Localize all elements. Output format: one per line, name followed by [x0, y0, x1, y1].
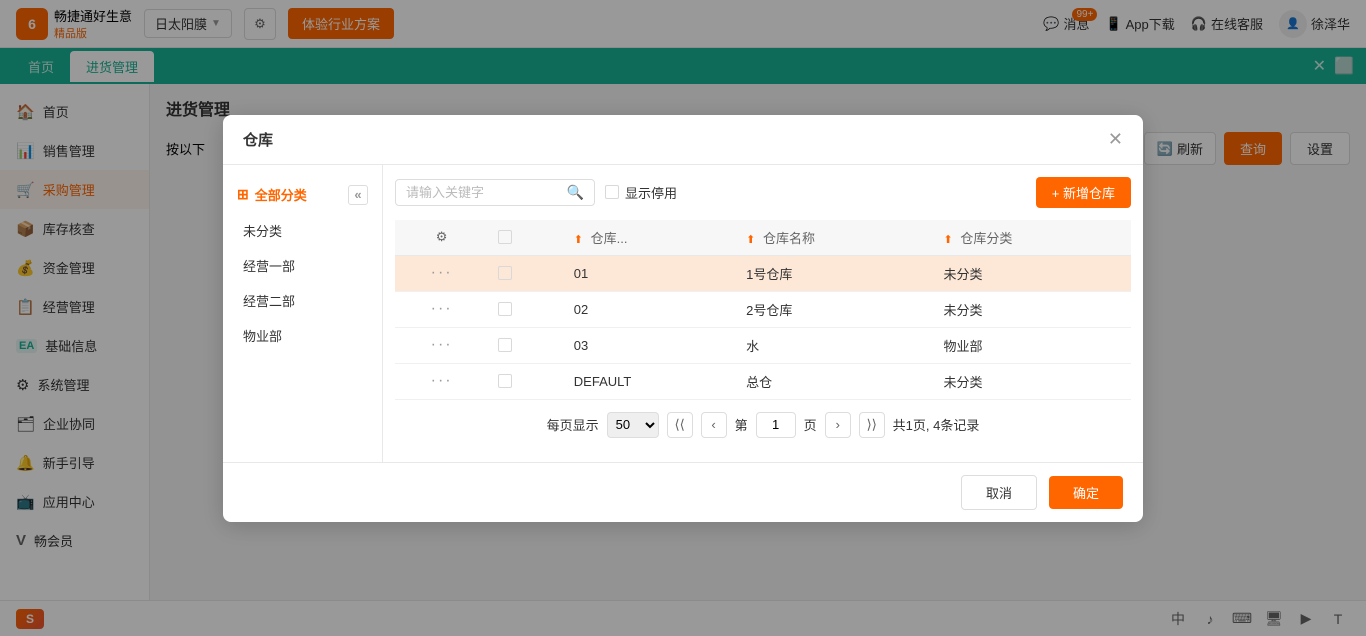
- col-settings[interactable]: ⚙: [395, 220, 488, 256]
- row-checkbox-cell: [488, 363, 564, 399]
- row-category-cell: 物业部: [934, 327, 1131, 363]
- first-page-button[interactable]: ⟨⟨: [667, 412, 693, 438]
- row-checkbox-cell: [488, 255, 564, 291]
- show-disabled-area: 显示停用: [605, 183, 677, 202]
- row-more-icon[interactable]: ···: [431, 336, 453, 353]
- row-num-cell: DEFAULT: [564, 363, 736, 399]
- row-name-cell: 1号仓库: [736, 255, 933, 291]
- per-page-select[interactable]: 102050100: [607, 412, 659, 438]
- cancel-button[interactable]: 取消: [961, 475, 1037, 510]
- table-panel: 🔍 显示停用 + 新增仓库 ⚙: [383, 165, 1143, 462]
- row-category-cell: 未分类: [934, 291, 1131, 327]
- table-row[interactable]: ··· DEFAULT 总仓 未分类: [395, 363, 1131, 399]
- row-checkbox[interactable]: [498, 374, 512, 388]
- row-num-cell: 02: [564, 291, 736, 327]
- row-more-icon[interactable]: ···: [431, 264, 453, 281]
- select-all-checkbox[interactable]: [498, 230, 512, 244]
- row-checkbox[interactable]: [498, 302, 512, 316]
- show-disabled-checkbox[interactable]: [605, 185, 619, 199]
- modal-body: ⊞ 全部分类 « 未分类 经营一部 经营二部 物业部 🔍: [223, 165, 1143, 462]
- settings-col-icon: ⚙: [436, 229, 448, 244]
- modal-header: 仓库 ✕: [223, 115, 1143, 165]
- page-unit: 页: [804, 415, 817, 434]
- total-info: 共1页, 4条记录: [893, 415, 980, 434]
- warehouse-table: ⚙ ⬆ 仓库... ⬆: [395, 220, 1131, 400]
- table-row[interactable]: ··· 03 水 物业部: [395, 327, 1131, 363]
- sort-icon: ⬆: [574, 234, 583, 246]
- modal-overlay: 仓库 ✕ ⊞ 全部分类 « 未分类 经营一部 经营二部 物业部: [0, 0, 1366, 636]
- category-item-ops2[interactable]: 经营二部: [223, 283, 382, 318]
- add-warehouse-button[interactable]: + 新增仓库: [1036, 177, 1131, 208]
- last-page-button[interactable]: ⟩⟩: [859, 412, 885, 438]
- category-all[interactable]: ⊞ 全部分类 «: [223, 177, 382, 213]
- row-checkbox[interactable]: [498, 266, 512, 280]
- search-input-wrap: 🔍: [395, 179, 595, 206]
- page-label: 第: [735, 415, 748, 434]
- row-name-cell: 总仓: [736, 363, 933, 399]
- sort-icon: ⬆: [746, 234, 755, 246]
- modal-close-button[interactable]: ✕: [1108, 130, 1123, 148]
- row-more-icon[interactable]: ···: [431, 372, 453, 389]
- table-toolbar: 🔍 显示停用 + 新增仓库: [395, 177, 1131, 208]
- sort-icon: ⬆: [944, 234, 953, 246]
- next-page-button[interactable]: ›: [825, 412, 851, 438]
- row-actions-cell: ···: [395, 363, 488, 399]
- row-actions-cell: ···: [395, 327, 488, 363]
- category-item-property[interactable]: 物业部: [223, 318, 382, 353]
- row-more-icon[interactable]: ···: [431, 300, 453, 317]
- row-actions-cell: ···: [395, 255, 488, 291]
- row-num-cell: 01: [564, 255, 736, 291]
- modal-footer: 取消 确定: [223, 462, 1143, 522]
- row-category-cell: 未分类: [934, 363, 1131, 399]
- col-checkbox[interactable]: [488, 220, 564, 256]
- prev-page-button[interactable]: ‹: [701, 412, 727, 438]
- row-actions-cell: ···: [395, 291, 488, 327]
- row-category-cell: 未分类: [934, 255, 1131, 291]
- row-name-cell: 水: [736, 327, 933, 363]
- category-item-uncategorized[interactable]: 未分类: [223, 213, 382, 248]
- row-checkbox-cell: [488, 291, 564, 327]
- row-checkbox-cell: [488, 327, 564, 363]
- table-container: ⚙ ⬆ 仓库... ⬆: [395, 220, 1131, 400]
- row-checkbox[interactable]: [498, 338, 512, 352]
- row-num-cell: 03: [564, 327, 736, 363]
- table-row[interactable]: ··· 02 2号仓库 未分类: [395, 291, 1131, 327]
- page-number-input[interactable]: [756, 412, 796, 438]
- category-item-ops1[interactable]: 经营一部: [223, 248, 382, 283]
- category-panel: ⊞ 全部分类 « 未分类 经营一部 经营二部 物业部: [223, 165, 383, 462]
- row-name-cell: 2号仓库: [736, 291, 933, 327]
- search-input[interactable]: [406, 185, 561, 200]
- table-row[interactable]: ··· 01 1号仓库 未分类: [395, 255, 1131, 291]
- warehouse-modal: 仓库 ✕ ⊞ 全部分类 « 未分类 经营一部 经营二部 物业部: [223, 115, 1143, 522]
- confirm-button[interactable]: 确定: [1049, 476, 1123, 509]
- collapse-panel-button[interactable]: «: [348, 185, 368, 205]
- col-category[interactable]: ⬆ 仓库分类: [934, 220, 1131, 256]
- modal-title: 仓库: [243, 129, 273, 150]
- pagination: 每页显示 102050100 ⟨⟨ ‹ 第 页 › ⟩⟩ 共1页, 4条记录: [395, 400, 1131, 450]
- col-code[interactable]: ⬆ 仓库...: [564, 220, 736, 256]
- col-name[interactable]: ⬆ 仓库名称: [736, 220, 933, 256]
- search-icon: 🔍: [567, 184, 584, 201]
- grid-icon: ⊞: [237, 186, 249, 203]
